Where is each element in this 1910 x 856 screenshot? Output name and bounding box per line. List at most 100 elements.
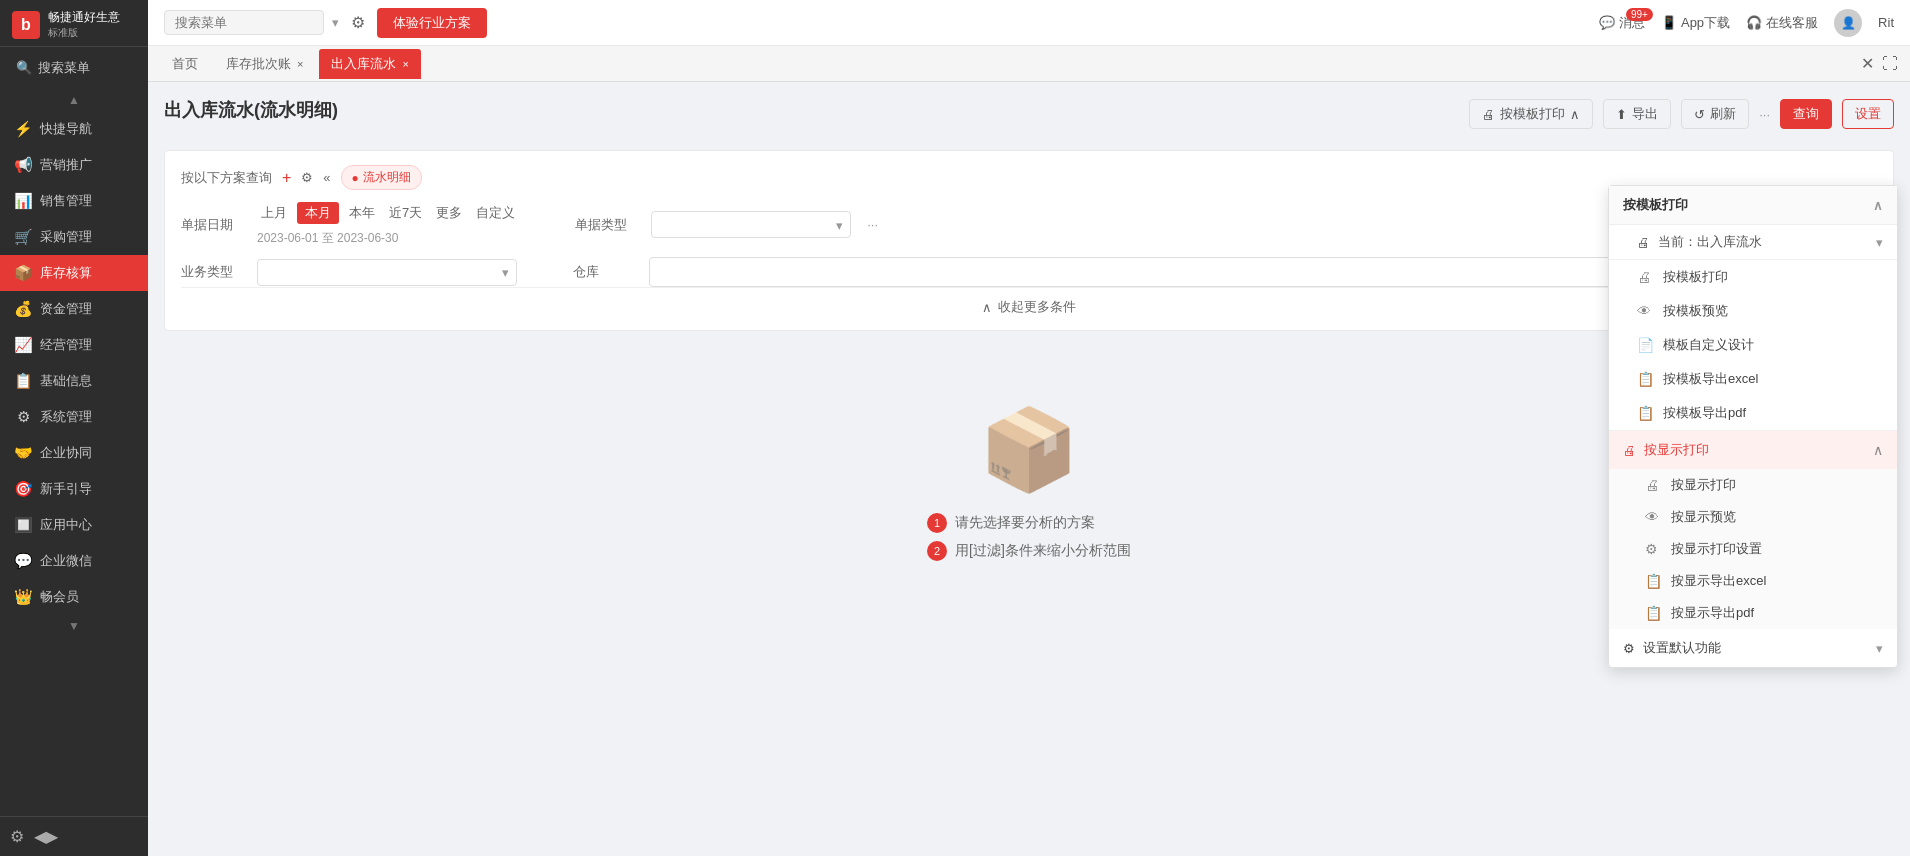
sidebar-item-wechat[interactable]: 💬 企业微信 bbox=[0, 543, 148, 579]
sidebar-item-finance[interactable]: 💰 资金管理 bbox=[0, 291, 148, 327]
tab-close-all-btn[interactable]: ✕ bbox=[1861, 54, 1874, 73]
wechat-icon: 💬 bbox=[14, 552, 32, 570]
sidebar-item-system[interactable]: ⚙ 系统管理 bbox=[0, 399, 148, 435]
sidebar-item-label: 新手引导 bbox=[40, 480, 92, 498]
topbar-search-input[interactable] bbox=[164, 10, 324, 35]
tabbar-controls: ✕ ⛶ bbox=[1861, 54, 1898, 73]
sidebar-item-sales[interactable]: 📊 销售管理 bbox=[0, 183, 148, 219]
filter-add-btn[interactable]: + bbox=[282, 169, 291, 187]
sidebar-item-marketing[interactable]: 📢 营销推广 bbox=[0, 147, 148, 183]
query-btn[interactable]: 查询 bbox=[1780, 99, 1832, 129]
display-settings-item[interactable]: ⚙ 按显示打印设置 bbox=[1609, 533, 1897, 565]
search-menu-button[interactable]: 🔍 搜索菜单 bbox=[10, 55, 138, 81]
type-more-icon[interactable]: ··· bbox=[867, 217, 878, 232]
guide-icon: 🎯 bbox=[14, 480, 32, 498]
display-print-item[interactable]: 🖨 按显示打印 bbox=[1609, 469, 1897, 501]
topbar-avatar[interactable]: 👤 bbox=[1834, 9, 1862, 37]
refresh-btn[interactable]: ↺ 刷新 bbox=[1681, 99, 1749, 129]
action-bar: 🖨 按模板打印 ∧ ⬆ 导出 ↺ 刷新 ··· 查询 设置 bbox=[1469, 99, 1894, 129]
filter-collapse-icon[interactable]: « bbox=[323, 170, 330, 185]
template-design-item[interactable]: 📄 模板自定义设计 bbox=[1609, 328, 1897, 362]
empty-state-steps: 1 请先选择要分析的方案 2 用[过滤]条件来缩小分析范围 bbox=[927, 513, 1131, 561]
filter-settings-icon[interactable]: ⚙ bbox=[301, 170, 313, 185]
sidebar-search-area[interactable]: 🔍 搜索菜单 bbox=[0, 47, 148, 89]
topbar-service[interactable]: 🎧 在线客服 bbox=[1746, 14, 1818, 32]
sidebar-item-guide[interactable]: 🎯 新手引导 bbox=[0, 471, 148, 507]
business-select[interactable] bbox=[257, 259, 517, 286]
shortcut-more[interactable]: 更多 bbox=[432, 202, 466, 224]
template-print-label: 按模板打印 bbox=[1663, 268, 1728, 286]
template-preview-label: 按模板预览 bbox=[1663, 302, 1728, 320]
print-template-btn[interactable]: 🖨 按模板打印 ∧ bbox=[1469, 99, 1593, 129]
dropdown-template-section: 🖨 按模板打印 👁 按模板预览 📄 模板自定义设计 📋 按模板导出excel 📋 bbox=[1609, 260, 1897, 431]
template-design-icon: 📄 bbox=[1637, 337, 1655, 353]
template-preview-item[interactable]: 👁 按模板预览 bbox=[1609, 294, 1897, 328]
display-export-excel-item[interactable]: 📋 按显示导出excel bbox=[1609, 565, 1897, 597]
shortcut-7days[interactable]: 近7天 bbox=[385, 202, 426, 224]
sidebar-item-app-center[interactable]: 🔲 应用中心 bbox=[0, 507, 148, 543]
date-label: 单据日期 bbox=[181, 216, 241, 234]
topbar-settings-icon[interactable]: ⚙ bbox=[351, 13, 365, 32]
filter-header-label: 按以下方案查询 bbox=[181, 169, 272, 187]
dropdown-footer[interactable]: ⚙ 设置默认功能 ▾ bbox=[1609, 629, 1897, 667]
template-preview-icon: 👁 bbox=[1637, 303, 1655, 319]
tab-home[interactable]: 首页 bbox=[160, 49, 210, 79]
sidebar-item-purchase[interactable]: 🛒 采购管理 bbox=[0, 219, 148, 255]
sidebar-item-inventory[interactable]: 📦 库存核算 bbox=[0, 255, 148, 291]
sidebar-scroll-down[interactable]: ▼ bbox=[0, 615, 148, 637]
display-sub-items: 🖨 按显示打印 👁 按显示预览 ⚙ 按显示打印设置 📋 按显示导出excel 📋 bbox=[1609, 469, 1897, 629]
sidebar-item-enterprise[interactable]: 🤝 企业协同 bbox=[0, 435, 148, 471]
app-center-icon: 🔲 bbox=[14, 516, 32, 534]
topbar-app[interactable]: 📱 App下载 bbox=[1661, 14, 1730, 32]
settings-btn[interactable]: 设置 bbox=[1842, 99, 1894, 129]
business-icon: 📈 bbox=[14, 336, 32, 354]
shortcut-last-month[interactable]: 上月 bbox=[257, 202, 291, 224]
export-btn[interactable]: ⬆ 导出 bbox=[1603, 99, 1671, 129]
template-export-pdf-item[interactable]: 📋 按模板导出pdf bbox=[1609, 396, 1897, 430]
sidebar-logo: b 畅捷通好生意 标准版 bbox=[0, 0, 148, 47]
tab-flow-close[interactable]: × bbox=[402, 58, 408, 70]
step-2-text: 用[过滤]条件来缩小分析范围 bbox=[955, 542, 1131, 560]
sidebar-item-member[interactable]: 👑 畅会员 bbox=[0, 579, 148, 615]
sidebar-scroll-up[interactable]: ▲ bbox=[0, 89, 148, 111]
topbar-dropdown-icon[interactable]: ▾ bbox=[332, 15, 339, 30]
marketing-icon: 📢 bbox=[14, 156, 32, 174]
template-print-item[interactable]: 🖨 按模板打印 bbox=[1609, 260, 1897, 294]
display-settings-icon: ⚙ bbox=[1645, 541, 1663, 557]
tab-maximize-btn[interactable]: ⛶ bbox=[1882, 54, 1898, 73]
sidebar-item-label: 销售管理 bbox=[40, 192, 92, 210]
shortcut-custom[interactable]: 自定义 bbox=[472, 202, 519, 224]
msg-badge: 99+ bbox=[1626, 8, 1653, 21]
shortcut-this-year[interactable]: 本年 bbox=[345, 202, 379, 224]
display-section-label: 按显示打印 bbox=[1644, 441, 1709, 459]
tab-batch-close[interactable]: × bbox=[297, 58, 303, 70]
sidebar-item-basic[interactable]: 📋 基础信息 bbox=[0, 363, 148, 399]
sidebar-item-label: 营销推广 bbox=[40, 156, 92, 174]
display-preview-item[interactable]: 👁 按显示预览 bbox=[1609, 501, 1897, 533]
app-dl-label: App下载 bbox=[1681, 14, 1730, 32]
tab-batch[interactable]: 库存批次账 × bbox=[214, 49, 315, 79]
dropdown-current-item[interactable]: 🖨 当前：出入库流水 ▾ bbox=[1609, 225, 1897, 259]
display-section-header[interactable]: 🖨 按显示打印 ∧ bbox=[1609, 431, 1897, 469]
filter-active-tag[interactable]: ● 流水明细 bbox=[341, 165, 422, 190]
template-export-excel-item[interactable]: 📋 按模板导出excel bbox=[1609, 362, 1897, 396]
sidebar-item-business[interactable]: 📈 经营管理 bbox=[0, 327, 148, 363]
template-export-pdf-label: 按模板导出pdf bbox=[1663, 404, 1746, 422]
dropdown-current-label: 当前：出入库流水 bbox=[1658, 233, 1762, 251]
topbar-msg[interactable]: 💬 消息 99+ bbox=[1599, 14, 1645, 32]
tab-flow[interactable]: 出入库流水 × bbox=[319, 49, 420, 79]
topbar-username[interactable]: Rit bbox=[1878, 15, 1894, 30]
sales-icon: 📊 bbox=[14, 192, 32, 210]
sidebar-collapse-icon[interactable]: ◀▶ bbox=[34, 827, 58, 846]
action-more-icon[interactable]: ··· bbox=[1759, 107, 1770, 122]
page-content: 出入库流水(流水明细) 🖨 按模板打印 ∧ ⬆ 导出 ↺ 刷新 ··· 查询 设… bbox=[148, 82, 1910, 856]
sidebar-settings-icon[interactable]: ⚙ bbox=[10, 827, 24, 846]
type-select[interactable] bbox=[651, 211, 851, 238]
display-export-pdf-item[interactable]: 📋 按显示导出pdf bbox=[1609, 597, 1897, 629]
empty-state-image: 📦 bbox=[979, 403, 1079, 497]
dropdown-current-section: 🖨 当前：出入库流水 ▾ bbox=[1609, 225, 1897, 260]
shortcut-this-month[interactable]: 本月 bbox=[297, 202, 339, 224]
dropdown-close-chevron[interactable]: ∧ bbox=[1873, 198, 1883, 213]
sidebar-item-quick-nav[interactable]: ⚡ 快捷导航 bbox=[0, 111, 148, 147]
trial-btn[interactable]: 体验行业方案 bbox=[377, 8, 487, 38]
